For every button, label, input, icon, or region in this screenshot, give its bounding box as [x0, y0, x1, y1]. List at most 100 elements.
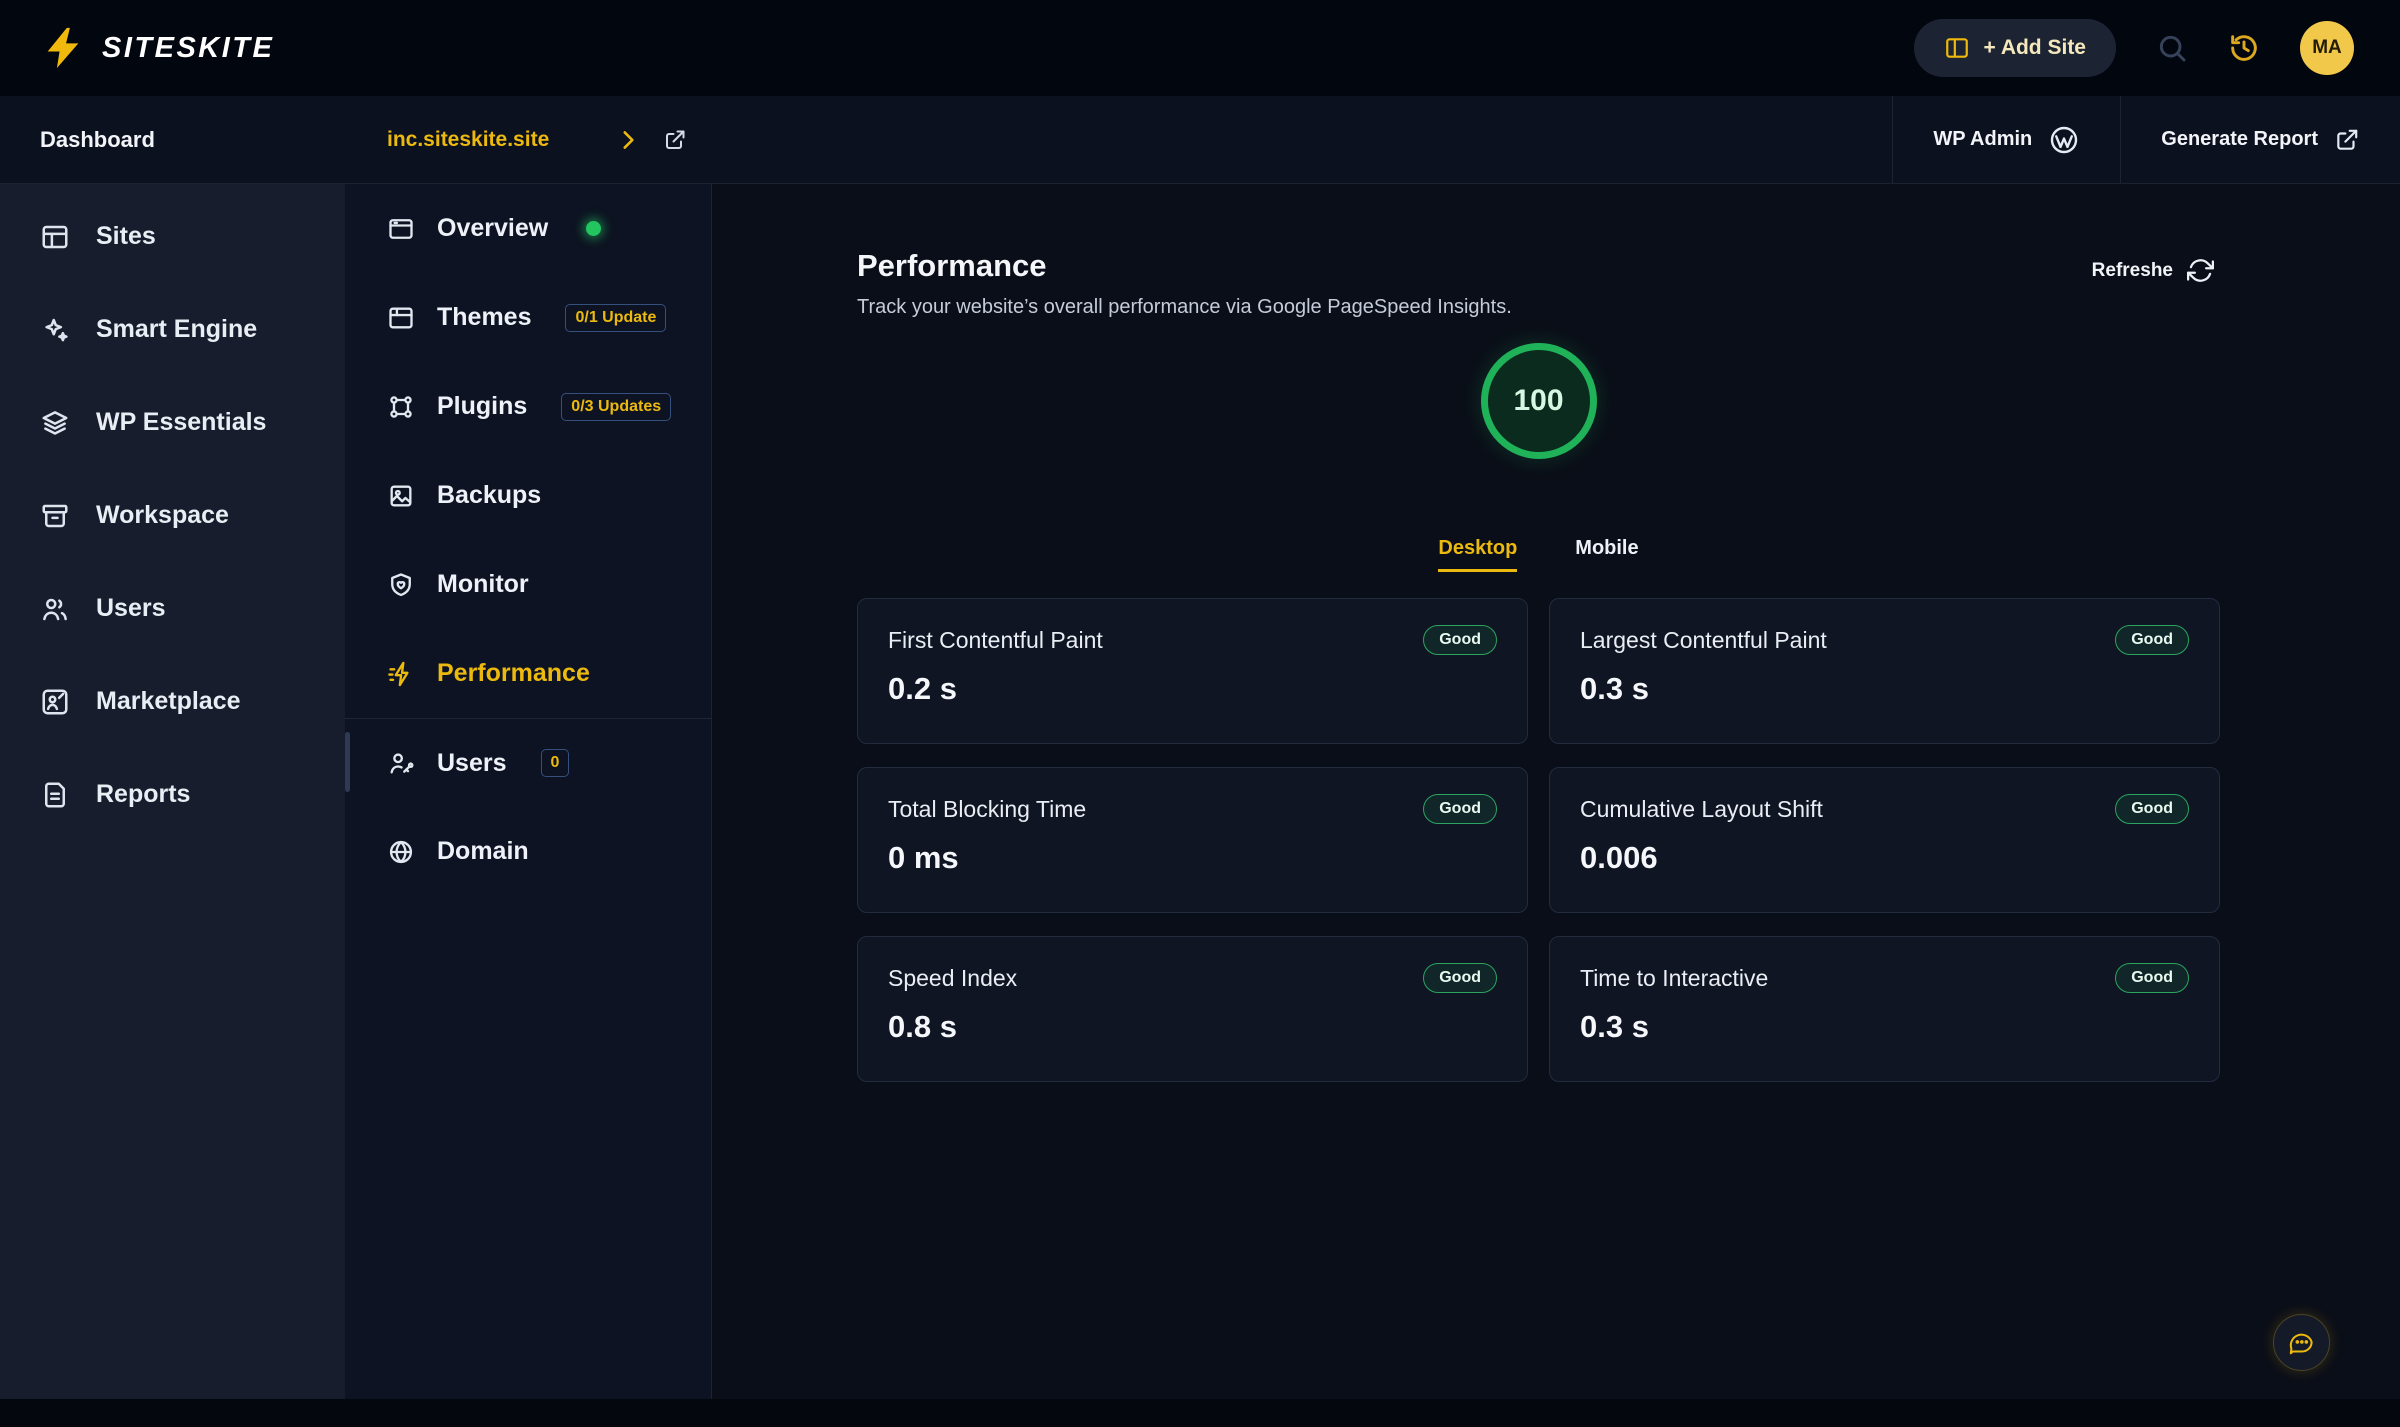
sidebar-item-users[interactable]: Users — [0, 562, 345, 655]
chat-widget-button[interactable] — [2273, 1314, 2330, 1371]
metric-name: Cumulative Layout Shift — [1580, 796, 1823, 823]
metric-card-tti: Time to Interactive Good 0.3 s — [1549, 936, 2220, 1082]
history-clock-icon[interactable] — [2228, 32, 2260, 64]
main-sidebar: Sites Smart Engine WP Essentials Workspa… — [0, 184, 345, 1427]
site-menu-item-plugins[interactable]: Plugins 0/3 Updates — [345, 362, 711, 451]
chevron-right-icon[interactable] — [615, 127, 641, 153]
site-menu-item-monitor[interactable]: Monitor — [345, 540, 711, 629]
report-external-link-icon — [2334, 127, 2360, 153]
metric-value: 0.3 s — [1580, 671, 2189, 707]
site-menu: Overview Themes 0/1 Update Plugins 0/3 U… — [345, 184, 712, 1427]
metric-name: First Contentful Paint — [888, 627, 1103, 654]
wordpress-icon — [2048, 124, 2080, 156]
page-title: Performance — [857, 248, 1512, 284]
score-section: 100 — [857, 343, 2220, 459]
status-badge: Good — [2115, 963, 2189, 993]
sidebar-item-reports[interactable]: Reports — [0, 748, 345, 841]
metric-card-speed-index: Speed Index Good 0.8 s — [857, 936, 1528, 1082]
site-menu-item-themes[interactable]: Themes 0/1 Update — [345, 273, 711, 362]
sites-icon — [40, 222, 70, 252]
metric-card-head: First Contentful Paint Good — [888, 625, 1497, 655]
metric-value: 0.3 s — [1580, 1009, 2189, 1045]
site-menu-item-domain[interactable]: Domain — [345, 807, 711, 896]
plugins-update-badge: 0/3 Updates — [561, 393, 671, 421]
wp-admin-button[interactable]: WP Admin — [1892, 96, 2120, 183]
site-menu-item-backups[interactable]: Backups — [345, 451, 711, 540]
pagespeed-score: 100 — [1481, 343, 1597, 459]
sidebar-item-marketplace[interactable]: Marketplace — [0, 655, 345, 748]
status-badge: Good — [1423, 625, 1497, 655]
sidebar-item-wp-essentials[interactable]: WP Essentials — [0, 376, 345, 469]
sidebar-item-sites[interactable]: Sites — [0, 190, 345, 283]
site-domain-link[interactable]: inc.siteskite.site — [387, 128, 549, 152]
status-badge: Good — [2115, 625, 2189, 655]
user-avatar[interactable]: MA — [2300, 21, 2354, 75]
performance-bolt-icon — [387, 660, 415, 688]
search-icon[interactable] — [2156, 32, 2188, 64]
tab-mobile[interactable]: Mobile — [1575, 537, 1638, 572]
site-users-icon — [387, 749, 415, 777]
plugins-icon — [387, 393, 415, 421]
site-menu-item-performance[interactable]: Performance — [345, 629, 711, 718]
metric-card-head: Cumulative Layout Shift Good — [1580, 794, 2189, 824]
sparkles-icon — [40, 315, 70, 345]
sidebar-item-label: Reports — [96, 780, 190, 809]
generate-report-button[interactable]: Generate Report — [2120, 96, 2400, 183]
generate-report-label: Generate Report — [2161, 128, 2318, 151]
metric-name: Time to Interactive — [1580, 965, 1768, 992]
content-layout: Sites Smart Engine WP Essentials Workspa… — [0, 184, 2400, 1427]
add-site-button[interactable]: + Add Site — [1914, 19, 2117, 77]
marketplace-icon — [40, 687, 70, 717]
sidebar-item-smart-engine[interactable]: Smart Engine — [0, 283, 345, 376]
metric-value: 0.006 — [1580, 840, 2189, 876]
metric-value: 0 ms — [888, 840, 1497, 876]
site-menu-item-users[interactable]: Users 0 — [345, 718, 711, 807]
metric-value: 0.8 s — [888, 1009, 1497, 1045]
site-menu-label: Domain — [437, 837, 529, 866]
metric-card-tbt: Total Blocking Time Good 0 ms — [857, 767, 1528, 913]
metric-card-lcp: Largest Contentful Paint Good 0.3 s — [1549, 598, 2220, 744]
wp-admin-label: WP Admin — [1933, 128, 2032, 151]
brand-name: SITESKITE — [102, 32, 274, 65]
top-bar: SITESKITE + Add Site MA — [0, 0, 2400, 96]
metric-card-head: Time to Interactive Good — [1580, 963, 2189, 993]
site-menu-label: Backups — [437, 481, 541, 510]
archive-icon — [40, 501, 70, 531]
external-link-icon[interactable] — [663, 128, 687, 152]
sidebar-item-label: Sites — [96, 222, 156, 251]
globe-icon — [387, 838, 415, 866]
sidebar-item-workspace[interactable]: Workspace — [0, 469, 345, 562]
metric-card-head: Largest Contentful Paint Good — [1580, 625, 2189, 655]
metric-card-head: Speed Index Good — [888, 963, 1497, 993]
metric-card-cls: Cumulative Layout Shift Good 0.006 — [1549, 767, 2220, 913]
users-icon — [40, 594, 70, 624]
bottom-edge-strip — [0, 1399, 2400, 1427]
refresh-button[interactable]: Refreshe — [2086, 256, 2220, 285]
metric-name: Total Blocking Time — [888, 796, 1086, 823]
site-menu-label: Performance — [437, 659, 590, 688]
menu-scrollbar-thumb[interactable] — [345, 732, 350, 792]
layers-icon — [40, 408, 70, 438]
sidebar-item-label: Smart Engine — [96, 315, 257, 344]
chat-bubble-icon — [2288, 1329, 2315, 1356]
site-menu-label: Users — [437, 749, 507, 778]
metric-card-fcp: First Contentful Paint Good 0.2 s — [857, 598, 1528, 744]
status-badge: Good — [1423, 794, 1497, 824]
breadcrumb[interactable]: Dashboard — [0, 96, 345, 183]
main-content: Performance Track your website’s overall… — [712, 184, 2400, 1427]
performance-heading-block: Performance Track your website’s overall… — [857, 248, 1512, 319]
refresh-label: Refreshe — [2092, 260, 2173, 282]
reports-icon — [40, 780, 70, 810]
metric-name: Speed Index — [888, 965, 1017, 992]
page-subtitle: Track your website’s overall performance… — [857, 296, 1512, 319]
site-menu-item-overview[interactable]: Overview — [345, 184, 711, 273]
metric-card-head: Total Blocking Time Good — [888, 794, 1497, 824]
overview-icon — [387, 215, 415, 243]
sidebar-item-label: Marketplace — [96, 687, 241, 716]
monitor-shield-icon — [387, 571, 415, 599]
status-badge: Good — [1423, 963, 1497, 993]
performance-header: Performance Track your website’s overall… — [857, 248, 2220, 319]
refresh-icon — [2187, 257, 2214, 284]
tab-desktop[interactable]: Desktop — [1438, 537, 1517, 572]
add-site-label: + Add Site — [1984, 36, 2087, 60]
